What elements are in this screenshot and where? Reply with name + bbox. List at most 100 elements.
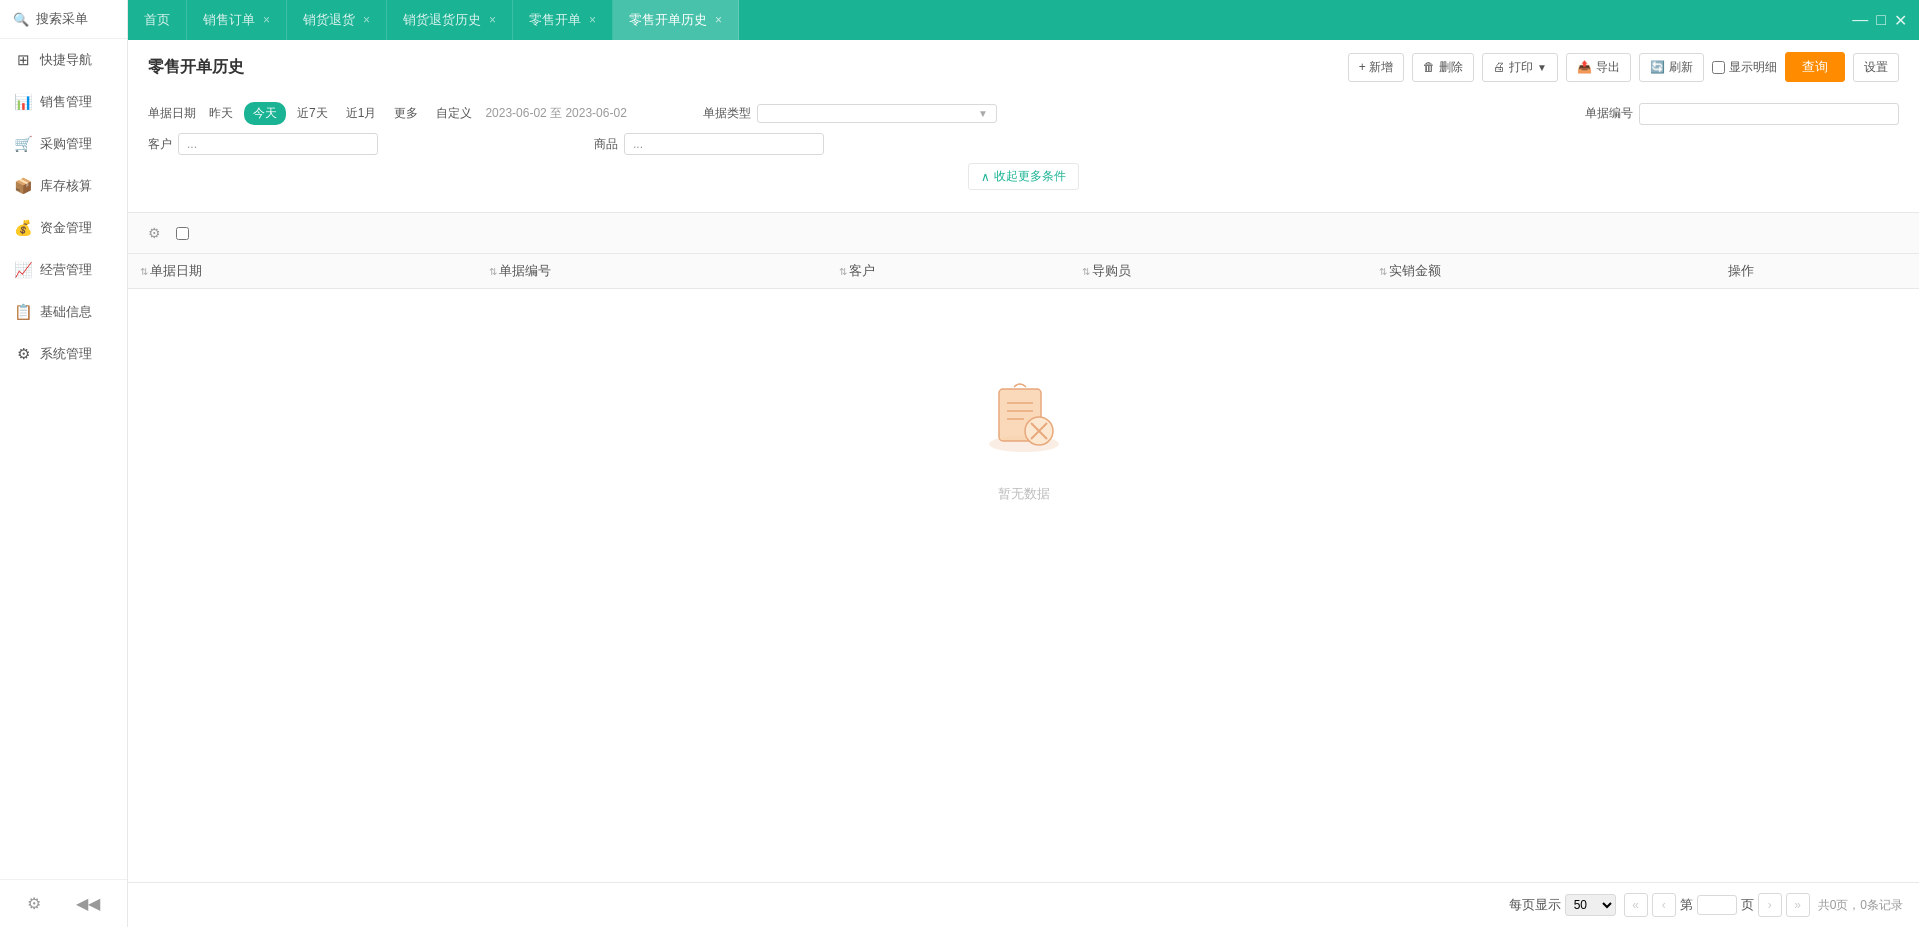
date-btn-last7[interactable]: 近7天: [290, 102, 335, 125]
quick-nav-nav-label: 快捷导航: [40, 51, 92, 69]
query-button[interactable]: 查询: [1785, 52, 1845, 82]
basic-info-nav-icon: 📋: [14, 303, 32, 321]
print-dropdown-icon: ▼: [1537, 62, 1547, 73]
select-all-checkbox[interactable]: [176, 227, 189, 240]
tab-close-retail-open-history[interactable]: ×: [715, 13, 722, 27]
window-close[interactable]: ✕: [1894, 11, 1907, 30]
doc-number-label: 单据编号: [1585, 105, 1633, 122]
sidebar-item-system[interactable]: ⚙ 系统管理: [0, 333, 127, 375]
purchase-nav-label: 采购管理: [40, 135, 92, 153]
collapse-filter-btn[interactable]: ∧ 收起更多条件: [968, 163, 1079, 190]
search-icon: 🔍: [12, 10, 30, 28]
col-sort-icon: ⇅: [489, 266, 497, 277]
tab-close-sales-return[interactable]: ×: [363, 13, 370, 27]
sidebar-item-quick-nav[interactable]: ⊞ 快捷导航: [0, 39, 127, 81]
table-area: ⚙ ⇅单据日期⇅单据编号⇅客户⇅导购员⇅实销金额操作: [128, 213, 1919, 882]
goods-select[interactable]: ...: [624, 133, 824, 155]
date-btn-custom[interactable]: 自定义: [429, 102, 479, 125]
main-content: 首页销售订单×销货退货×销货退货历史×零售开单×零售开单历史× — □ ✕ 零售…: [128, 0, 1919, 927]
date-btn-more[interactable]: 更多: [387, 102, 425, 125]
display-detail-checkbox[interactable]: 显示明细: [1712, 59, 1777, 76]
col-header-date[interactable]: ⇅单据日期: [128, 254, 477, 289]
toolbar: + 新增 🗑 删除 🖨 打印 ▼ 📤 导出 🔄 刷新: [1348, 52, 1899, 82]
tab-close-sales-order[interactable]: ×: [263, 13, 270, 27]
tab-label-retail-open: 零售开单: [529, 11, 581, 29]
sales-nav-label: 销售管理: [40, 93, 92, 111]
sidebar-item-inventory[interactable]: 📦 库存核算: [0, 165, 127, 207]
date-btn-last_month[interactable]: 近1月: [339, 102, 384, 125]
print-button[interactable]: 🖨 打印 ▼: [1482, 53, 1558, 82]
page-prefix: 第: [1680, 896, 1693, 914]
doc-type-filter: 单据类型 ▼: [703, 104, 997, 123]
window-maximize[interactable]: □: [1876, 11, 1886, 29]
customer-label: 客户: [148, 136, 172, 153]
tab-label-sales-order: 销售订单: [203, 11, 255, 29]
delete-icon: 🗑: [1423, 60, 1435, 74]
export-button[interactable]: 📤 导出: [1566, 53, 1631, 82]
collapse-up-icon: ∧: [981, 170, 990, 184]
purchase-nav-icon: 🛒: [14, 135, 32, 153]
date-filter-buttons: 昨天今天近7天近1月更多自定义: [202, 102, 479, 125]
next-page-btn[interactable]: ›: [1758, 893, 1782, 917]
prev-page-btn[interactable]: ‹: [1652, 893, 1676, 917]
tab-retail-open-history[interactable]: 零售开单历史 ×: [613, 0, 739, 40]
tab-label-retail-open-history: 零售开单历史: [629, 11, 707, 29]
sidebar-search-label: 搜索采单: [36, 10, 88, 28]
operations-nav-label: 经营管理: [40, 261, 92, 279]
col-header-guide[interactable]: ⇅导购员: [1070, 254, 1366, 289]
finance-nav-label: 资金管理: [40, 219, 92, 237]
customer-filter: 客户 ...: [148, 133, 378, 155]
refresh-icon: 🔄: [1650, 60, 1665, 74]
doc-type-select[interactable]: ▼: [757, 104, 997, 123]
col-label-amount: 实销金额: [1389, 262, 1441, 280]
tab-sales-return[interactable]: 销货退货×: [287, 0, 387, 40]
col-sort-icon: ⇅: [1082, 266, 1090, 277]
settings-icon[interactable]: ⚙: [23, 890, 45, 917]
tab-sales-order[interactable]: 销售订单 ×: [187, 0, 287, 40]
page-size-label: 每页显示: [1509, 896, 1561, 914]
tab-close-retail-open[interactable]: ×: [589, 13, 596, 27]
page-number-input[interactable]: 1: [1697, 895, 1737, 915]
sidebar-item-operations[interactable]: 📈 经营管理: [0, 249, 127, 291]
tab-bar: 首页销售订单×销货退货×销货退货历史×零售开单×零售开单历史× — □ ✕: [128, 0, 1919, 40]
page-size-select[interactable]: 102050100: [1565, 894, 1616, 916]
tab-close-sales-return-history[interactable]: ×: [489, 13, 496, 27]
col-label-date: 单据日期: [150, 262, 202, 280]
display-detail-input[interactable]: [1712, 61, 1725, 74]
settings-filter-button[interactable]: 设置: [1853, 53, 1899, 82]
table-head: ⇅单据日期⇅单据编号⇅客户⇅导购员⇅实销金额操作: [128, 254, 1919, 289]
sidebar-item-sales[interactable]: 📊 销售管理: [0, 81, 127, 123]
doc-type-label: 单据类型: [703, 105, 751, 122]
inventory-nav-label: 库存核算: [40, 177, 92, 195]
sidebar-search[interactable]: 🔍 搜索采单: [0, 0, 127, 39]
refresh-button[interactable]: 🔄 刷新: [1639, 53, 1704, 82]
table-settings-icon[interactable]: ⚙: [140, 219, 168, 247]
tab-label-sales-return-history: 销货退货历史: [403, 11, 481, 29]
doc-number-filter: 单据编号: [1585, 103, 1899, 125]
tab-home[interactable]: 首页: [128, 0, 187, 40]
sales-nav-icon: 📊: [14, 93, 32, 111]
collapse-icon[interactable]: ◀◀: [72, 890, 104, 917]
date-btn-yesterday[interactable]: 昨天: [202, 102, 240, 125]
tab-retail-open[interactable]: 零售开单 ×: [513, 0, 613, 40]
last-page-btn[interactable]: »: [1786, 893, 1810, 917]
sidebar-item-purchase[interactable]: 🛒 采购管理: [0, 123, 127, 165]
customer-select[interactable]: ...: [178, 133, 378, 155]
delete-button[interactable]: 🗑 删除: [1412, 53, 1474, 82]
doc-number-input[interactable]: [1639, 103, 1899, 125]
quick-nav-nav-icon: ⊞: [14, 51, 32, 69]
first-page-btn[interactable]: «: [1624, 893, 1648, 917]
window-minimize[interactable]: —: [1852, 11, 1868, 29]
col-header-amount[interactable]: ⇅实销金额: [1367, 254, 1716, 289]
sidebar-item-finance[interactable]: 💰 资金管理: [0, 207, 127, 249]
col-header-customer[interactable]: ⇅客户: [827, 254, 1071, 289]
table-header-row: ⇅单据日期⇅单据编号⇅客户⇅导购员⇅实销金额操作: [128, 254, 1919, 289]
print-icon: 🖨: [1493, 60, 1505, 74]
date-btn-today[interactable]: 今天: [244, 102, 286, 125]
tab-sales-return-history[interactable]: 销货退货历史 ×: [387, 0, 513, 40]
add-button[interactable]: + 新增: [1348, 53, 1404, 82]
sidebar-nav: ⊞ 快捷导航 📊 销售管理 🛒 采购管理 📦 库存核算 💰 资金管理 📈 经营管…: [0, 39, 127, 879]
col-header-number[interactable]: ⇅单据编号: [477, 254, 826, 289]
sidebar-item-basic-info[interactable]: 📋 基础信息: [0, 291, 127, 333]
col-sort-icon: ⇅: [839, 266, 847, 277]
